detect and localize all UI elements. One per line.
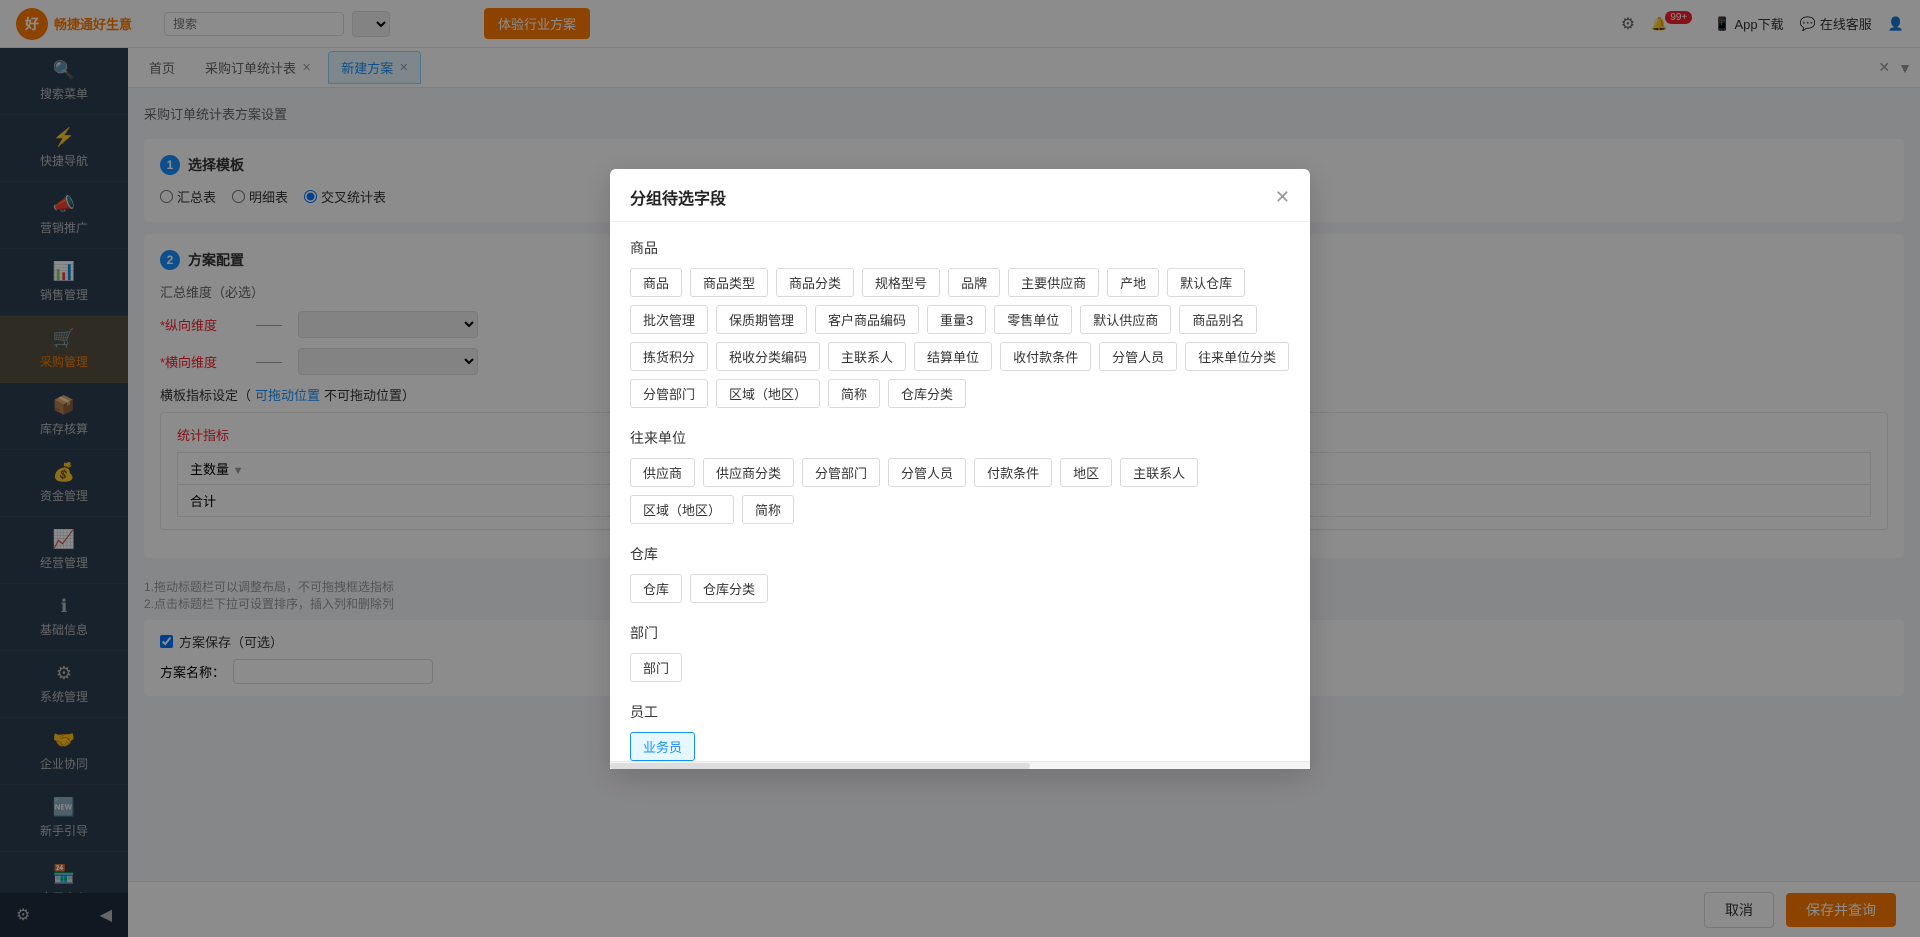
field-section-dept: 部门 部门 <box>630 623 1290 682</box>
tag-product-13[interactable]: 默认供应商 <box>1080 305 1171 334</box>
tag-warehouse-1[interactable]: 仓库分类 <box>690 574 768 603</box>
tag-product-10[interactable]: 客户商品编码 <box>815 305 919 334</box>
field-section-warehouse: 仓库 仓库 仓库分类 <box>630 544 1290 603</box>
field-section-product-title: 商品 <box>630 238 1290 258</box>
tag-product-1[interactable]: 商品类型 <box>690 268 768 297</box>
tag-product-19[interactable]: 收付款条件 <box>1000 342 1091 371</box>
field-section-partner: 往来单位 供应商 供应商分类 分管部门 分管人员 付款条件 地区 主联系人 区域… <box>630 428 1290 524</box>
field-section-employee-title: 员工 <box>630 702 1290 722</box>
tag-product-9[interactable]: 保质期管理 <box>716 305 807 334</box>
tag-product-20[interactable]: 分管人员 <box>1099 342 1177 371</box>
tag-product-15[interactable]: 拣货积分 <box>630 342 708 371</box>
field-section-dept-title: 部门 <box>630 623 1290 643</box>
tag-product-14[interactable]: 商品别名 <box>1179 305 1257 334</box>
tag-partner-6[interactable]: 主联系人 <box>1120 458 1198 487</box>
tag-product-4[interactable]: 品牌 <box>948 268 1000 297</box>
tag-product-2[interactable]: 商品分类 <box>776 268 854 297</box>
tag-warehouse-0[interactable]: 仓库 <box>630 574 682 603</box>
field-tags-product: 商品 商品类型 商品分类 规格型号 品牌 主要供应商 产地 默认仓库 批次管理 … <box>630 268 1290 408</box>
tag-product-8[interactable]: 批次管理 <box>630 305 708 334</box>
modal-title: 分组待选字段 <box>630 185 726 209</box>
modal-overlay: 分组待选字段 ✕ 商品 商品 商品类型 商品分类 规格型号 品牌 主要供应商 产… <box>0 0 1920 937</box>
tag-partner-1[interactable]: 供应商分类 <box>703 458 794 487</box>
field-tags-employee: 业务员 <box>630 732 1290 761</box>
tag-product-23[interactable]: 区域（地区） <box>716 379 820 408</box>
tag-partner-0[interactable]: 供应商 <box>630 458 695 487</box>
tag-partner-4[interactable]: 付款条件 <box>974 458 1052 487</box>
tag-product-22[interactable]: 分管部门 <box>630 379 708 408</box>
tag-partner-3[interactable]: 分管人员 <box>888 458 966 487</box>
tag-product-7[interactable]: 默认仓库 <box>1167 268 1245 297</box>
tag-product-17[interactable]: 主联系人 <box>828 342 906 371</box>
modal-close-button[interactable]: ✕ <box>1275 188 1290 206</box>
tag-product-6[interactable]: 产地 <box>1107 268 1159 297</box>
modal-hscroll-thumb[interactable] <box>610 763 1030 769</box>
field-tags-partner: 供应商 供应商分类 分管部门 分管人员 付款条件 地区 主联系人 区域（地区） … <box>630 458 1290 524</box>
tag-product-25[interactable]: 仓库分类 <box>888 379 966 408</box>
field-section-product: 商品 商品 商品类型 商品分类 规格型号 品牌 主要供应商 产地 默认仓库 批次… <box>630 238 1290 408</box>
tag-dept-0[interactable]: 部门 <box>630 653 682 682</box>
tag-product-21[interactable]: 往来单位分类 <box>1185 342 1289 371</box>
modal-body[interactable]: 商品 商品 商品类型 商品分类 规格型号 品牌 主要供应商 产地 默认仓库 批次… <box>610 222 1310 761</box>
tag-product-12[interactable]: 零售单位 <box>994 305 1072 334</box>
tag-product-0[interactable]: 商品 <box>630 268 682 297</box>
tag-product-3[interactable]: 规格型号 <box>862 268 940 297</box>
tag-product-16[interactable]: 税收分类编码 <box>716 342 820 371</box>
tag-partner-8[interactable]: 简称 <box>742 495 794 524</box>
tag-employee-0[interactable]: 业务员 <box>630 732 695 761</box>
field-section-warehouse-title: 仓库 <box>630 544 1290 564</box>
tag-product-11[interactable]: 重量3 <box>927 305 986 334</box>
field-tags-dept: 部门 <box>630 653 1290 682</box>
field-section-employee: 员工 业务员 <box>630 702 1290 761</box>
modal-header: 分组待选字段 ✕ <box>610 169 1310 222</box>
field-tags-warehouse: 仓库 仓库分类 <box>630 574 1290 603</box>
tag-product-18[interactable]: 结算单位 <box>914 342 992 371</box>
tag-product-24[interactable]: 简称 <box>828 379 880 408</box>
tag-partner-7[interactable]: 区域（地区） <box>630 495 734 524</box>
tag-partner-5[interactable]: 地区 <box>1060 458 1112 487</box>
field-section-partner-title: 往来单位 <box>630 428 1290 448</box>
modal-horizontal-scrollbar[interactable] <box>610 761 1310 769</box>
modal-dialog: 分组待选字段 ✕ 商品 商品 商品类型 商品分类 规格型号 品牌 主要供应商 产… <box>610 169 1310 769</box>
tag-partner-2[interactable]: 分管部门 <box>802 458 880 487</box>
tag-product-5[interactable]: 主要供应商 <box>1008 268 1099 297</box>
